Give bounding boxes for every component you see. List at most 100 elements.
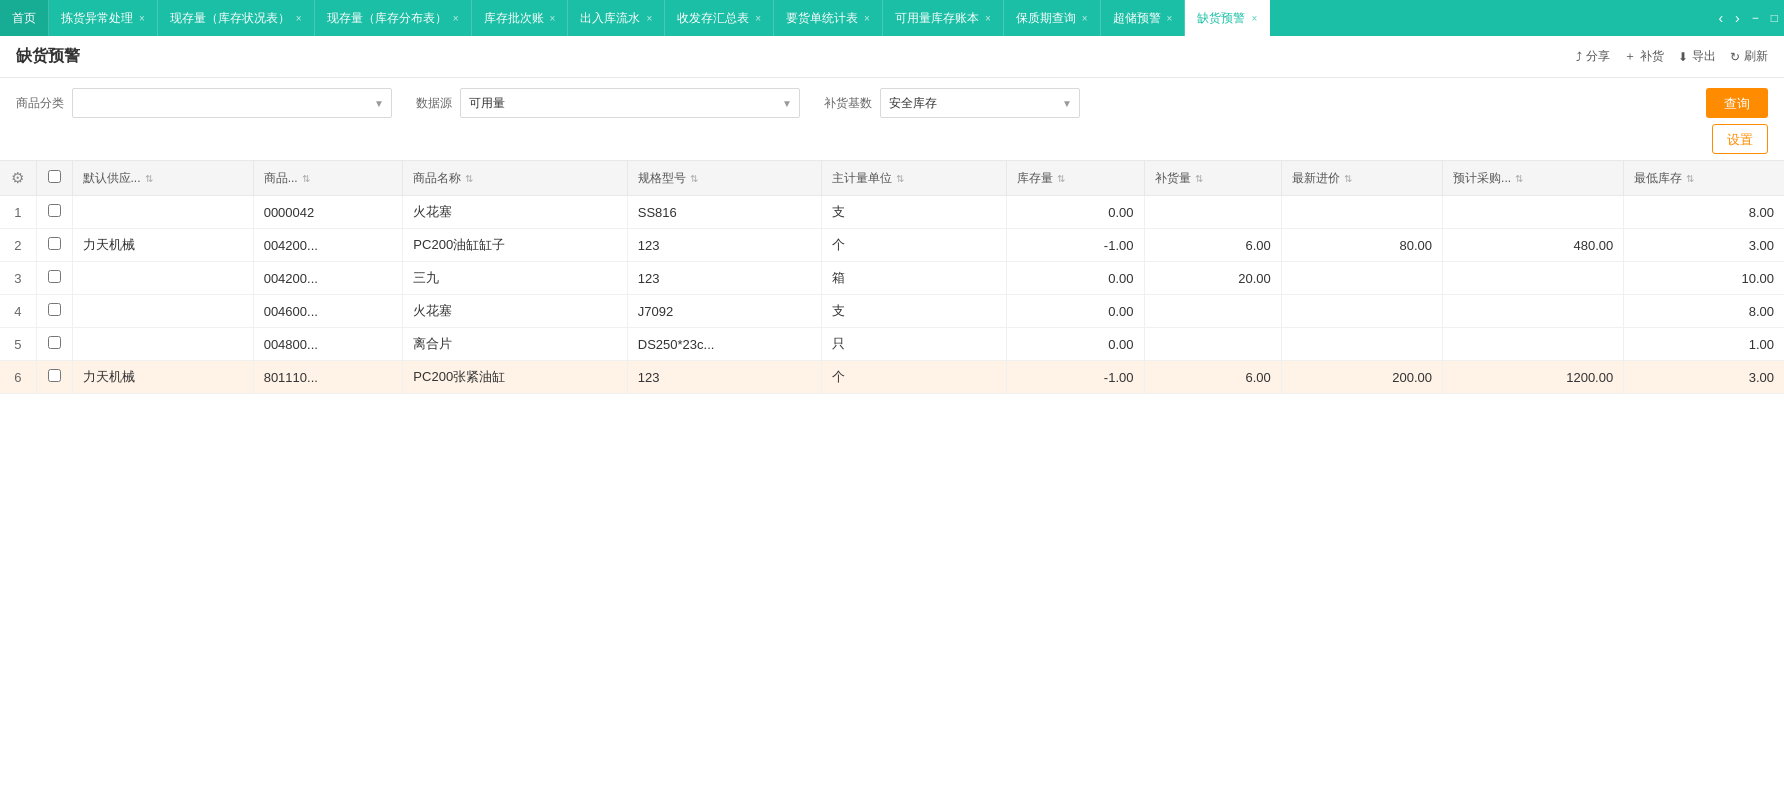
replenish-button[interactable]: ＋ 补货 [1624,48,1664,65]
tab-expiry[interactable]: 保质期查询 × [1004,0,1101,36]
th-purchase-sort[interactable]: 预计采购... [1453,170,1613,187]
close-icon[interactable]: × [864,13,870,24]
th-name[interactable]: 商品名称 [403,161,627,196]
row-code: 004600... [253,295,403,328]
th-supplier-sort[interactable]: 默认供应... [83,170,243,187]
datasource-select[interactable]: 可用量 库存量 [460,88,800,118]
close-icon[interactable]: × [296,13,302,24]
th-unit[interactable]: 主计量单位 [822,161,1007,196]
tab-demand-label: 要货单统计表 [786,10,858,27]
th-stock[interactable]: 库存量 [1007,161,1144,196]
tab-summary[interactable]: 收发存汇总表 × [665,0,774,36]
th-price-sort[interactable]: 最新进价 [1292,170,1432,187]
close-icon[interactable]: × [1082,13,1088,24]
row-check[interactable] [36,328,72,361]
th-stock-label: 库存量 [1017,170,1053,187]
row-code: 0000042 [253,196,403,229]
share-button[interactable]: ⤴ 分享 [1576,48,1610,65]
base-filter-group: 补货基数 安全库存 最低库存 [824,88,1080,118]
th-code-sort[interactable]: 商品... [264,170,393,187]
th-replenish-sort[interactable]: 补货量 [1155,170,1271,187]
row-checkbox[interactable] [48,237,61,250]
base-select[interactable]: 安全库存 最低库存 [880,88,1080,118]
row-price [1281,328,1442,361]
row-check[interactable] [36,229,72,262]
th-spec-sort[interactable]: 规格型号 [638,170,811,187]
gear-icon[interactable]: ⚙ [11,169,24,186]
row-price [1281,262,1442,295]
tab-inout[interactable]: 出入库流水 × [568,0,665,36]
th-stock-sort[interactable]: 库存量 [1017,170,1133,187]
tab-available[interactable]: 可用量库存账本 × [883,0,1004,36]
tab-stock-dist[interactable]: 现存量（库存分布表） × [315,0,472,36]
refresh-icon: ↻ [1730,50,1740,64]
row-price [1281,196,1442,229]
row-min-stock: 8.00 [1624,295,1784,328]
th-price[interactable]: 最新进价 [1281,161,1442,196]
row-stock: -1.00 [1007,361,1144,394]
close-icon[interactable]: × [1167,13,1173,24]
row-name: PC200张紧油缸 [403,361,627,394]
row-code: 004200... [253,262,403,295]
tab-overstock[interactable]: 超储预警 × [1101,0,1186,36]
row-checkbox[interactable] [48,303,61,316]
th-name-sort[interactable]: 商品名称 [413,170,616,187]
tab-home[interactable]: 首页 [0,0,49,36]
row-checkbox[interactable] [48,369,61,382]
category-select[interactable] [72,88,392,118]
row-unit: 个 [822,229,1007,262]
tab-shortage-label: 缺货预警 [1197,10,1245,27]
query-button[interactable]: 查询 [1706,88,1768,118]
close-icon[interactable]: × [139,13,145,24]
row-code: 004200... [253,229,403,262]
page-body: 缺货预警 ⤴ 分享 ＋ 补货 ⬇ 导出 ↻ 刷新 商品分类 [0,36,1784,796]
row-min-stock: 10.00 [1624,262,1784,295]
select-all-checkbox[interactable] [48,170,61,183]
nav-next-button[interactable]: › [1729,0,1746,36]
th-code[interactable]: 商品... [253,161,403,196]
nav-min-button[interactable]: − [1746,0,1765,36]
th-supplier[interactable]: 默认供应... [72,161,253,196]
th-code-label: 商品... [264,170,298,187]
row-check[interactable] [36,295,72,328]
th-name-label: 商品名称 [413,170,461,187]
refresh-button[interactable]: ↻ 刷新 [1730,48,1768,65]
th-unit-label: 主计量单位 [832,170,892,187]
row-checkbox[interactable] [48,204,61,217]
row-spec: 123 [627,229,821,262]
row-check[interactable] [36,361,72,394]
th-purchase[interactable]: 预计采购... [1443,161,1624,196]
share-icon: ⤴ [1576,50,1582,64]
th-min-stock-sort[interactable]: 最低库存 [1634,170,1774,187]
row-checkbox[interactable] [48,270,61,283]
tab-shortage[interactable]: 缺货预警 × [1185,0,1270,36]
row-replenish [1144,295,1281,328]
header-actions: ⤴ 分享 ＋ 补货 ⬇ 导出 ↻ 刷新 [1576,48,1768,65]
row-checkbox[interactable] [48,336,61,349]
tab-batch[interactable]: 库存批次账 × [472,0,569,36]
close-icon[interactable]: × [985,13,991,24]
row-check[interactable] [36,196,72,229]
nav-prev-button[interactable]: ‹ [1712,0,1729,36]
th-replenish[interactable]: 补货量 [1144,161,1281,196]
close-icon[interactable]: × [646,13,652,24]
nav-max-button[interactable]: □ [1765,0,1784,36]
close-icon[interactable]: × [550,13,556,24]
tab-exception[interactable]: 拣货异常处理 × [49,0,158,36]
export-icon: ⬇ [1678,50,1688,64]
row-price [1281,295,1442,328]
tab-stock-status[interactable]: 现存量（库存状况表） × [158,0,315,36]
th-unit-sort[interactable]: 主计量单位 [832,170,996,187]
datasource-filter-group: 数据源 可用量 库存量 [416,88,800,118]
close-icon[interactable]: × [453,13,459,24]
close-icon[interactable]: × [755,13,761,24]
table-body: 1 0000042 火花塞 SS816 支 0.00 8.00 2 力天机械 0… [0,196,1784,394]
replenish-label: 补货 [1640,48,1664,65]
settings-button[interactable]: 设置 [1712,124,1768,154]
export-button[interactable]: ⬇ 导出 [1678,48,1716,65]
close-icon[interactable]: × [1251,13,1257,24]
th-spec[interactable]: 规格型号 [627,161,821,196]
row-check[interactable] [36,262,72,295]
th-min-stock[interactable]: 最低库存 [1624,161,1784,196]
tab-demand[interactable]: 要货单统计表 × [774,0,883,36]
